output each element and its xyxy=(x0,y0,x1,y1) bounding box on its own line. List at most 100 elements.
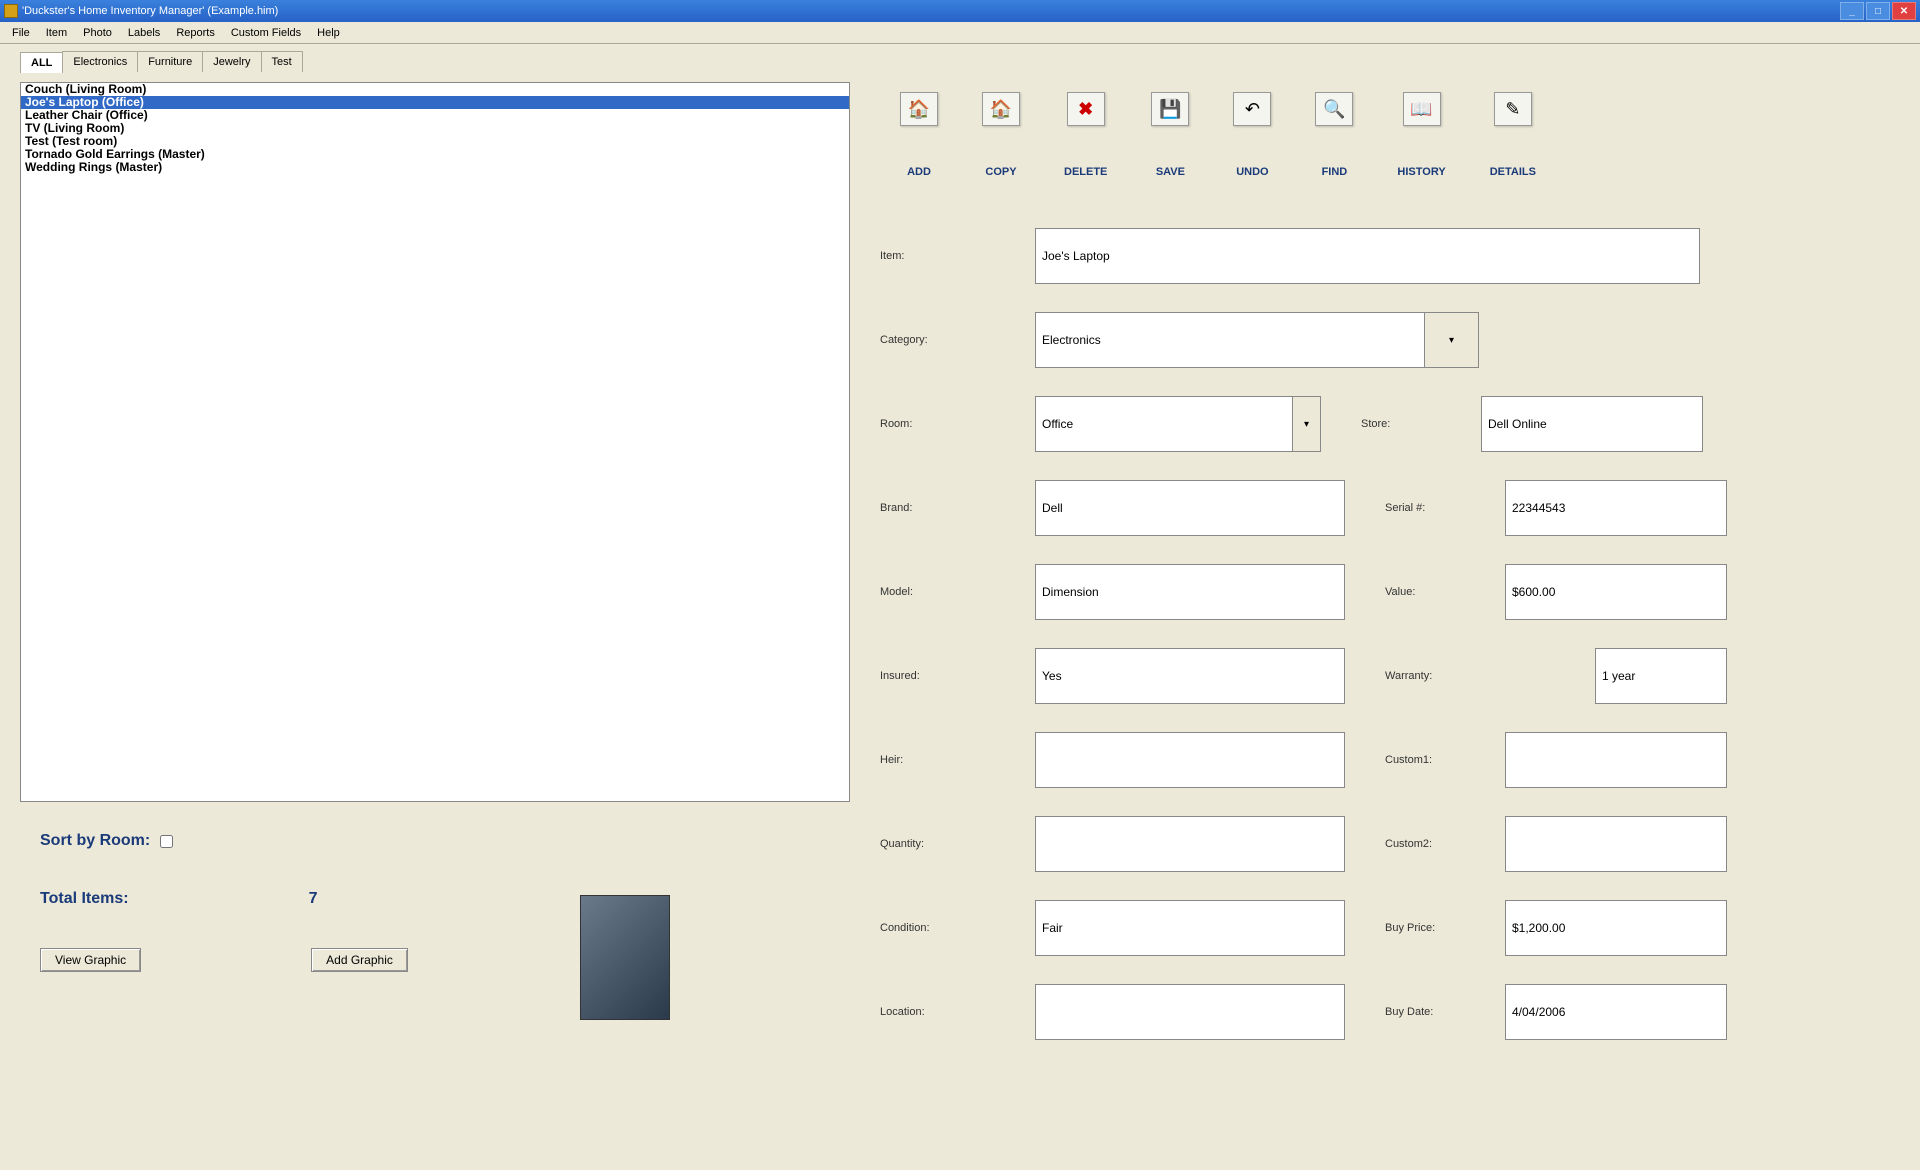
buy-price-field[interactable] xyxy=(1505,900,1727,956)
custom1-field[interactable] xyxy=(1505,732,1727,788)
undo-label: UNDO xyxy=(1236,166,1268,178)
tab-furniture[interactable]: Furniture xyxy=(137,51,203,72)
category-label: Category: xyxy=(880,334,1035,346)
insured-label: Insured: xyxy=(880,670,1035,682)
room-field[interactable] xyxy=(1035,396,1293,452)
action-toolbar: 🏠 ADD 🏠 COPY ✖ DELETE 💾 SAVE ↶ UNDO 🔍 xyxy=(870,82,1900,208)
buy-date-label: Buy Date: xyxy=(1385,1006,1505,1018)
copy-icon: 🏠 xyxy=(982,92,1020,126)
main-content: Couch (Living Room) Joe's Laptop (Office… xyxy=(0,72,1920,1162)
menu-file[interactable]: File xyxy=(4,25,38,41)
window-title: 'Duckster's Home Inventory Manager' (Exa… xyxy=(22,5,1840,17)
history-button[interactable]: 📖 HISTORY xyxy=(1397,92,1445,178)
add-graphic-button[interactable]: Add Graphic xyxy=(311,948,408,972)
history-label: HISTORY xyxy=(1397,166,1445,178)
menu-labels[interactable]: Labels xyxy=(120,25,168,41)
menu-help[interactable]: Help xyxy=(309,25,348,41)
buy-price-label: Buy Price: xyxy=(1385,922,1505,934)
value-label: Value: xyxy=(1385,586,1505,598)
item-label: Item: xyxy=(880,250,1035,262)
delete-button[interactable]: ✖ DELETE xyxy=(1064,92,1107,178)
list-item[interactable]: Leather Chair (Office) xyxy=(21,109,849,122)
insured-field[interactable] xyxy=(1035,648,1345,704)
custom1-label: Custom1: xyxy=(1385,754,1505,766)
copy-button[interactable]: 🏠 COPY xyxy=(982,92,1020,178)
menu-item[interactable]: Item xyxy=(38,25,75,41)
tab-electronics[interactable]: Electronics xyxy=(62,51,138,72)
model-field[interactable] xyxy=(1035,564,1345,620)
list-item[interactable]: Wedding Rings (Master) xyxy=(21,161,849,174)
tab-bar: ALL Electronics Furniture Jewelry Test xyxy=(0,44,1920,72)
bottom-controls: Sort by Room: Total Items: 7 View Graphi… xyxy=(20,802,850,1002)
sort-by-room-checkbox[interactable] xyxy=(160,835,173,848)
heir-label: Heir: xyxy=(880,754,1035,766)
list-item[interactable]: TV (Living Room) xyxy=(21,122,849,135)
details-icon: ✎ xyxy=(1494,92,1532,126)
find-button[interactable]: 🔍 FIND xyxy=(1315,92,1353,178)
serial-field[interactable] xyxy=(1505,480,1727,536)
list-item[interactable]: Couch (Living Room) xyxy=(21,83,849,96)
item-list[interactable]: Couch (Living Room) Joe's Laptop (Office… xyxy=(20,82,850,802)
copy-label: COPY xyxy=(985,166,1016,178)
location-field[interactable] xyxy=(1035,984,1345,1040)
minimize-button[interactable]: _ xyxy=(1840,2,1864,20)
room-dropdown-button[interactable]: ▾ xyxy=(1293,396,1321,452)
quantity-field[interactable] xyxy=(1035,816,1345,872)
buy-date-field[interactable] xyxy=(1505,984,1727,1040)
menu-photo[interactable]: Photo xyxy=(75,25,120,41)
warranty-field[interactable] xyxy=(1595,648,1727,704)
quantity-label: Quantity: xyxy=(880,838,1035,850)
brand-field[interactable] xyxy=(1035,480,1345,536)
find-label: FIND xyxy=(1322,166,1348,178)
close-button[interactable]: ✕ xyxy=(1892,2,1916,20)
tab-all[interactable]: ALL xyxy=(20,52,63,73)
history-icon: 📖 xyxy=(1403,92,1441,126)
save-label: SAVE xyxy=(1156,166,1185,178)
menu-bar: File Item Photo Labels Reports Custom Fi… xyxy=(0,22,1920,44)
total-items-row: Total Items: 7 xyxy=(40,890,830,908)
heir-field[interactable] xyxy=(1035,732,1345,788)
right-panel: 🏠 ADD 🏠 COPY ✖ DELETE 💾 SAVE ↶ UNDO 🔍 xyxy=(870,82,1900,1152)
menu-custom-fields[interactable]: Custom Fields xyxy=(223,25,309,41)
room-label: Room: xyxy=(880,418,1035,430)
warranty-label: Warranty: xyxy=(1385,670,1505,682)
condition-label: Condition: xyxy=(880,922,1035,934)
delete-icon: ✖ xyxy=(1067,92,1105,126)
sort-by-room-row: Sort by Room: xyxy=(40,832,830,850)
undo-button[interactable]: ↶ UNDO xyxy=(1233,92,1271,178)
serial-label: Serial #: xyxy=(1385,502,1505,514)
model-label: Model: xyxy=(880,586,1035,598)
add-label: ADD xyxy=(907,166,931,178)
undo-icon: ↶ xyxy=(1233,92,1271,126)
condition-field[interactable] xyxy=(1035,900,1345,956)
custom2-field[interactable] xyxy=(1505,816,1727,872)
tab-test[interactable]: Test xyxy=(261,51,303,72)
title-bar: 'Duckster's Home Inventory Manager' (Exa… xyxy=(0,0,1920,22)
graphic-buttons-row: View Graphic Add Graphic xyxy=(40,948,830,972)
item-field[interactable] xyxy=(1035,228,1700,284)
details-button[interactable]: ✎ DETAILS xyxy=(1490,92,1536,178)
find-icon: 🔍 xyxy=(1315,92,1353,126)
maximize-button[interactable]: □ xyxy=(1866,2,1890,20)
menu-reports[interactable]: Reports xyxy=(168,25,223,41)
total-items-value: 7 xyxy=(309,890,318,908)
store-label: Store: xyxy=(1361,418,1481,430)
item-form: Item: Category: ▾ Room: ▾ Store: xyxy=(870,208,1900,1040)
value-field[interactable] xyxy=(1505,564,1727,620)
left-panel: Couch (Living Room) Joe's Laptop (Office… xyxy=(20,82,850,1152)
tab-jewelry[interactable]: Jewelry xyxy=(202,51,261,72)
window-controls: _ □ ✕ xyxy=(1840,2,1916,20)
add-button[interactable]: 🏠 ADD xyxy=(900,92,938,178)
store-field[interactable] xyxy=(1481,396,1703,452)
app-icon xyxy=(4,4,18,18)
sort-by-room-label: Sort by Room: xyxy=(40,832,150,850)
category-dropdown-button[interactable]: ▾ xyxy=(1425,312,1479,368)
save-button[interactable]: 💾 SAVE xyxy=(1151,92,1189,178)
view-graphic-button[interactable]: View Graphic xyxy=(40,948,141,972)
category-field[interactable] xyxy=(1035,312,1425,368)
add-icon: 🏠 xyxy=(900,92,938,126)
total-items-label: Total Items: xyxy=(40,890,129,908)
details-label: DETAILS xyxy=(1490,166,1536,178)
delete-label: DELETE xyxy=(1064,166,1107,178)
item-photo-thumbnail[interactable] xyxy=(580,895,670,1020)
